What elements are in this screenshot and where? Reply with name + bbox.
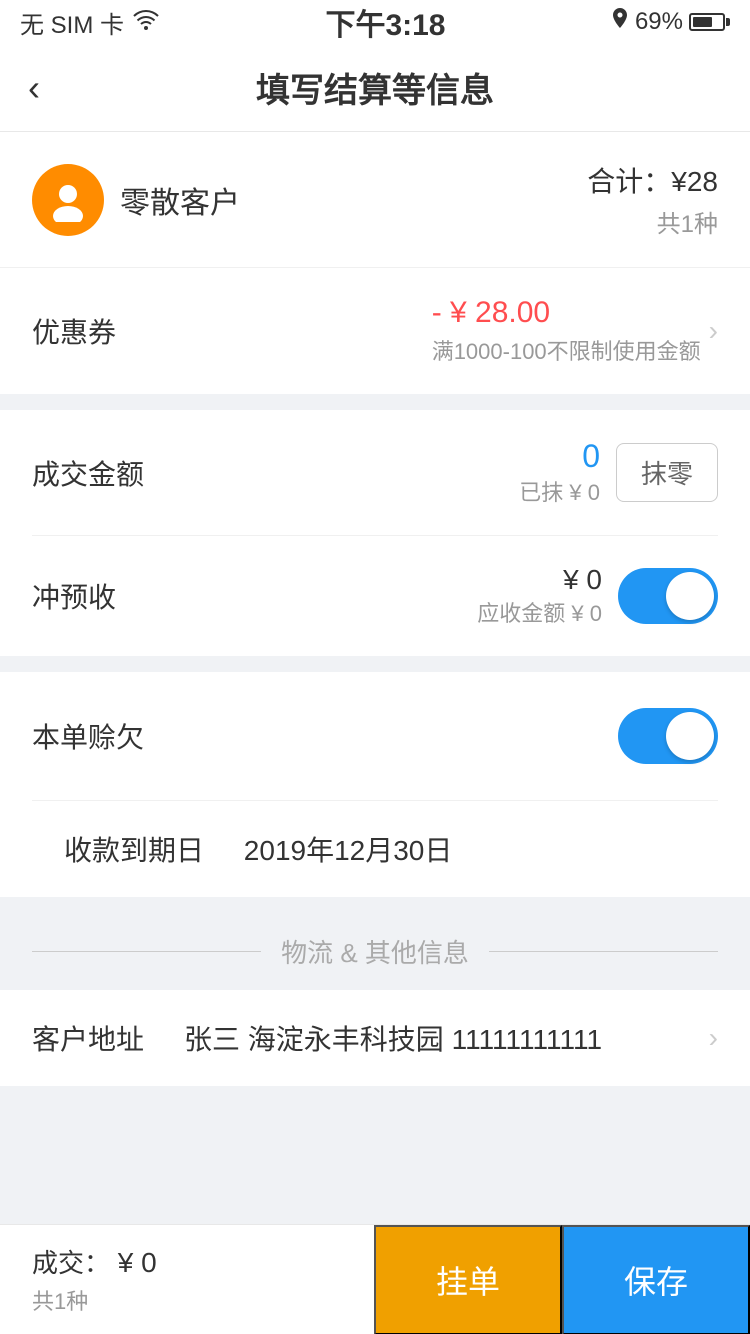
- prepay-toggle-knob: [666, 572, 714, 620]
- logistics-divider-section: 物流 & 其他信息: [0, 913, 750, 990]
- status-left: 无 SIM 卡: [20, 5, 160, 40]
- total-count: 共1种: [587, 204, 718, 239]
- coupon-desc: 满1000-100不限制使用金额: [432, 334, 701, 366]
- location-icon: [611, 8, 629, 37]
- customer-name: 零散客户: [120, 178, 240, 222]
- address-row[interactable]: 客户地址 张三 海淀永丰科技园 11111111111 ›: [0, 990, 750, 1086]
- status-bar: 无 SIM 卡 下午3:18 69%: [0, 0, 750, 44]
- content: 零散客户 合计：¥28 共1种 优惠券 - ¥ 28.00 满1000-100不…: [0, 132, 750, 1232]
- transaction-label: 成交金额: [32, 453, 144, 493]
- arrear-section: 本单赊欠 收款到期日 2019年12月30日: [0, 672, 750, 897]
- transaction-value-col: 0 已抹 ¥ 0: [519, 438, 600, 507]
- customer-card: 零散客户 合计：¥28 共1种 优惠券 - ¥ 28.00 满1000-100不…: [0, 132, 750, 394]
- prepay-toggle[interactable]: [618, 568, 718, 624]
- battery-icon: [689, 13, 730, 31]
- bottom-count: 共1种: [32, 1284, 342, 1316]
- transaction-amount: 0: [519, 438, 600, 475]
- prepay-amount-col: ¥ 0 应收金额 ¥ 0: [477, 564, 602, 628]
- prepay-row: 冲预收 ¥ 0 应收金额 ¥ 0: [32, 536, 718, 656]
- duedate-row: 收款到期日 2019年12月30日: [32, 800, 718, 897]
- customer-row: 零散客户 合计：¥28 共1种: [0, 132, 750, 267]
- transaction-right: 0 已抹 ¥ 0 抹零: [519, 438, 718, 507]
- coupon-label: 优惠券: [32, 311, 116, 351]
- coupon-right: - ¥ 28.00 满1000-100不限制使用金额 ›: [432, 296, 718, 366]
- transaction-row: 成交金额 0 已抹 ¥ 0 抹零: [32, 410, 718, 536]
- total-amount: 合计：¥28: [587, 160, 718, 200]
- transaction-sub: 已抹 ¥ 0: [519, 475, 600, 507]
- arrear-toggle-knob: [666, 712, 714, 760]
- transaction-section: 成交金额 0 已抹 ¥ 0 抹零 冲预收 ¥ 0 应收金额 ¥ 0: [0, 410, 750, 656]
- duedate-value: 2019年12月30日: [244, 835, 453, 866]
- logistics-label: 物流 & 其他信息: [281, 933, 469, 970]
- hold-order-button[interactable]: 挂单: [374, 1225, 562, 1334]
- customer-right: 合计：¥28 共1种: [587, 160, 718, 239]
- coupon-discount: - ¥ 28.00: [432, 296, 701, 330]
- prepay-label: 冲预收: [32, 582, 116, 613]
- bottom-deal-row: 成交： ¥ 0: [32, 1243, 342, 1280]
- arrear-label: 本单赊欠: [32, 716, 144, 756]
- arrear-toggle[interactable]: [618, 708, 718, 764]
- status-time: 下午3:18: [325, 0, 445, 44]
- logistics-divider: 物流 & 其他信息: [32, 933, 718, 970]
- customer-left: 零散客户: [32, 164, 240, 236]
- bottom-deal-label: 成交：: [32, 1248, 110, 1278]
- prepay-receivable: 应收金额 ¥ 0: [477, 596, 602, 628]
- logistics-line-left: [32, 951, 261, 952]
- coupon-row[interactable]: 优惠券 - ¥ 28.00 满1000-100不限制使用金额 ›: [0, 267, 750, 394]
- address-label: 客户地址: [32, 1018, 144, 1058]
- coupon-arrow-icon: ›: [709, 315, 718, 347]
- bottom-deal-amount: ¥ 0: [118, 1247, 157, 1278]
- arrear-row: 本单赊欠: [32, 672, 718, 800]
- bottom-info: 成交： ¥ 0 共1种: [0, 1243, 374, 1316]
- logistics-line-right: [489, 951, 718, 952]
- address-arrow-icon: ›: [709, 1022, 718, 1054]
- prepay-right: ¥ 0 应收金额 ¥ 0: [477, 564, 718, 628]
- nav-bar: ‹ 填写结算等信息: [0, 44, 750, 132]
- save-button[interactable]: 保存: [562, 1225, 750, 1334]
- avatar: [32, 164, 104, 236]
- back-button[interactable]: ‹: [28, 67, 40, 109]
- battery-percentage: 69%: [635, 8, 683, 36]
- prepay-left: 冲预收: [32, 576, 116, 616]
- prepay-amount: ¥ 0: [477, 564, 602, 596]
- wifi-icon: [132, 8, 160, 37]
- round-zero-button[interactable]: 抹零: [616, 443, 718, 502]
- address-value: 张三 海淀永丰科技园 11111111111: [184, 1018, 709, 1058]
- page-title: 填写结算等信息: [256, 63, 494, 112]
- status-right: 69%: [611, 8, 730, 37]
- duedate-label: 收款到期日: [64, 835, 204, 866]
- carrier-text: 无 SIM 卡: [20, 5, 124, 40]
- bottom-bar: 成交： ¥ 0 共1种 挂单 保存: [0, 1224, 750, 1334]
